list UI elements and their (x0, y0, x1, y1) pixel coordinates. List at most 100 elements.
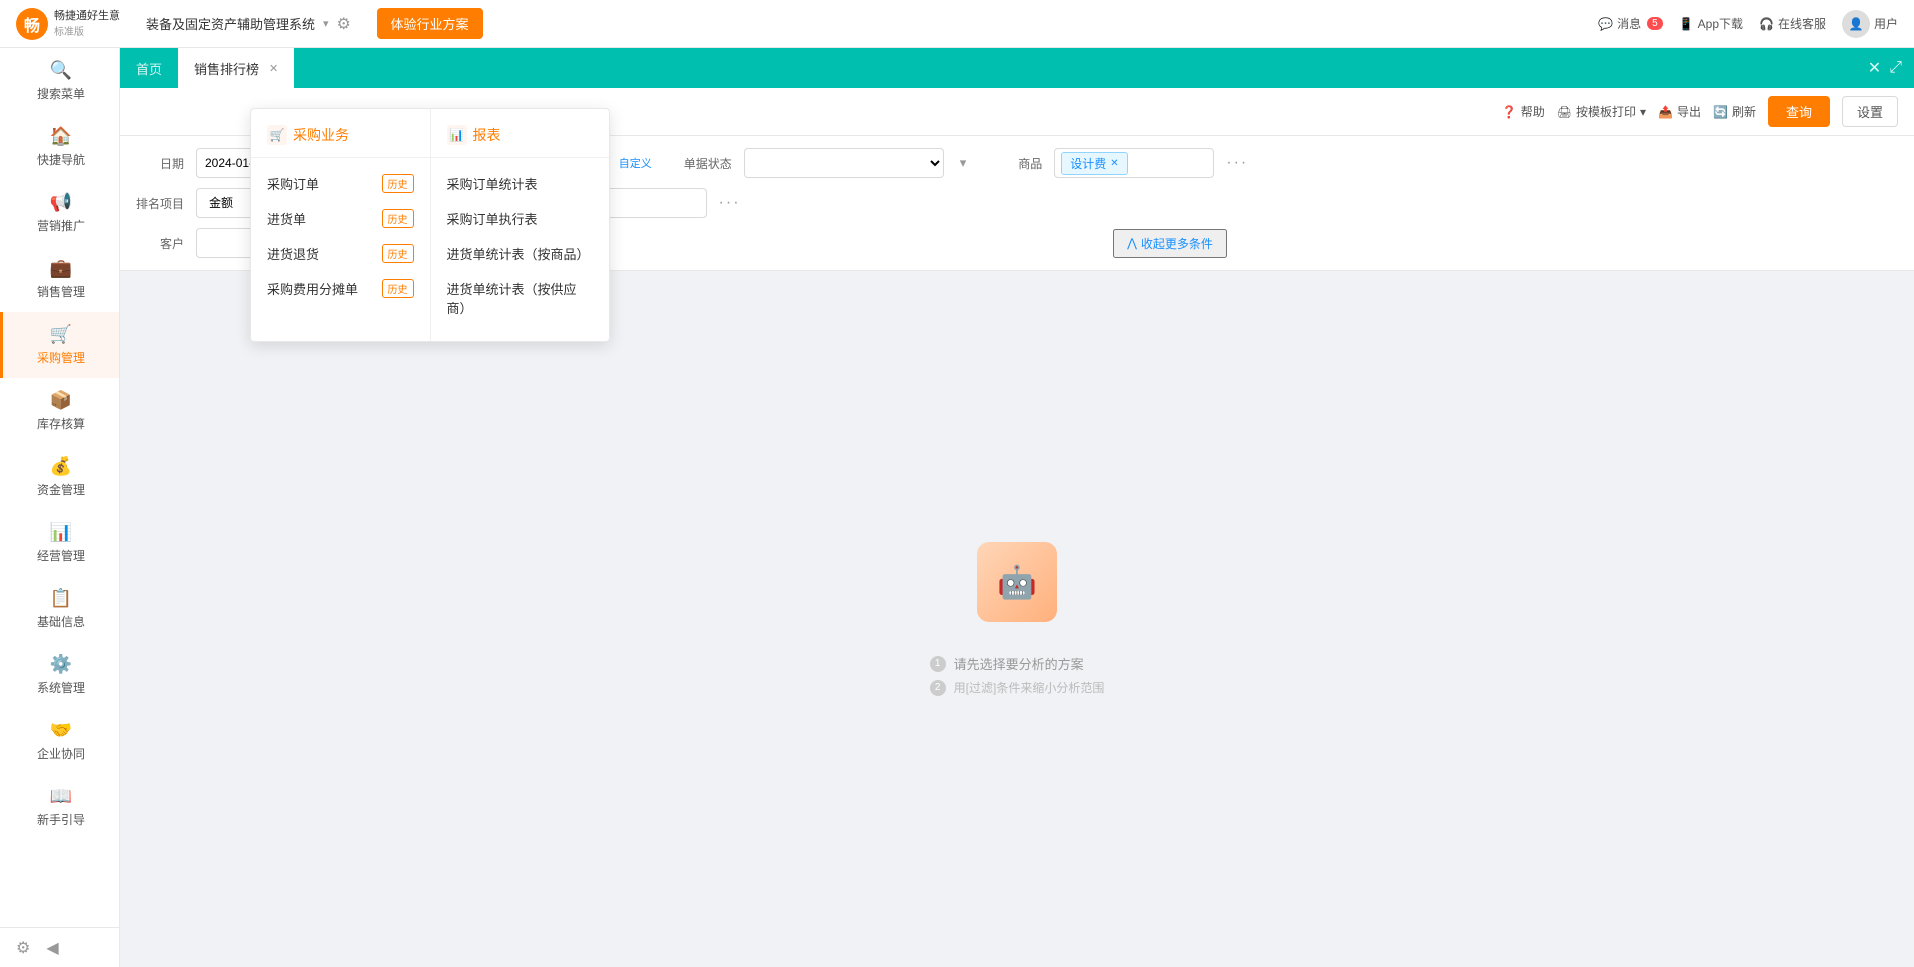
goods-tag: 设计费 ✕ (1061, 152, 1127, 175)
sidebar-item-newbie[interactable]: 📖 新手引导 (0, 774, 119, 840)
system-title-dropdown-icon[interactable]: ▾ (323, 17, 329, 30)
dropdown-item-stock-return[interactable]: 进货退货 历史 (251, 236, 430, 271)
dropdown-item-stock-stats-supplier[interactable]: 进货单统计表（按供应商） (431, 271, 610, 325)
phone-icon: 📱 (1679, 17, 1694, 31)
message-badge: 5 (1647, 17, 1663, 30)
goods-label: 商品 (994, 155, 1042, 172)
sidebar-item-quick-nav[interactable]: 🏠 快捷导航 (0, 114, 119, 180)
dropdown-item-purchase-order-exec[interactable]: 采购订单执行表 (431, 201, 610, 236)
industry-btn[interactable]: 体验行业方案 (377, 8, 483, 39)
doc-status-select[interactable] (744, 148, 944, 178)
doc-status-more-icon: ▾ (960, 155, 967, 171)
dropdown-report-col: 📊 报表 采购订单统计表 采购订单执行表 进货单统计表（按商品） 进货单统计表（… (431, 109, 610, 341)
avatar: 👤 (1842, 10, 1870, 38)
empty-robot-icon: 🤖 (977, 542, 1057, 622)
messages-btn[interactable]: 💬 消息 5 (1598, 15, 1663, 32)
export-icon: 📤 (1658, 105, 1673, 119)
shortcut-custom[interactable]: 自定义 (615, 153, 656, 173)
collapse-btn[interactable]: ⋀ 收起更多条件 (1113, 229, 1227, 258)
system-icon: ⚙️ (50, 654, 72, 675)
refresh-icon: 🔄 (1713, 105, 1728, 119)
inventory-icon: 📦 (50, 390, 72, 411)
dropdown-purchase-header: 🛒 采购业务 (251, 125, 430, 158)
dropdown-item-purchase-expense[interactable]: 采购费用分摊单 历史 (251, 271, 430, 306)
history-badge-purchase-expense: 历史 (382, 279, 414, 298)
sidebar-bottom: ⚙ ◀ (0, 927, 119, 967)
help-btn[interactable]: ❓ 帮助 (1502, 103, 1545, 120)
sales-icon: 💼 (50, 258, 72, 279)
goods-more-dots[interactable]: ··· (1226, 154, 1248, 172)
setting-btn[interactable]: 设置 (1842, 96, 1898, 127)
history-badge-stock-return: 历史 (382, 244, 414, 263)
purchase-col-icon: 🛒 (267, 125, 287, 145)
refresh-btn[interactable]: 🔄 刷新 (1713, 103, 1756, 120)
logo-text: 畅捷通好生意 (54, 9, 120, 23)
online-service-btn[interactable]: 🎧 在线客服 (1759, 15, 1826, 32)
goods-tag-close[interactable]: ✕ (1110, 158, 1118, 169)
header-right: 💬 消息 5 📱 App下载 🎧 在线客服 👤 用户 (1598, 10, 1898, 38)
sidebar-item-operations[interactable]: 📊 经营管理 (0, 510, 119, 576)
empty-hint-1: 1 请先选择要分析的方案 (930, 654, 1105, 673)
salesperson-more-dots[interactable]: ··· (719, 194, 741, 212)
sidebar-settings-icon[interactable]: ⚙ (16, 938, 30, 958)
tab-bar: 首页 销售排行榜 ✕ ✕ ⤢ (120, 48, 1914, 88)
export-btn[interactable]: 📤 导出 (1658, 103, 1701, 120)
sidebar: 🔍 搜索菜单 🏠 快捷导航 📢 营销推广 💼 销售管理 🛒 采购管理 📦 库存核… (0, 48, 120, 967)
hint-bullet-1: 1 (930, 656, 946, 672)
dropdown-item-stock-stats-goods[interactable]: 进货单统计表（按商品） (431, 236, 610, 271)
enterprise-icon: 🤝 (50, 720, 72, 741)
headset-icon: 🎧 (1759, 17, 1774, 31)
sidebar-item-capital[interactable]: 💰 资金管理 (0, 444, 119, 510)
dropdown-item-stock-in[interactable]: 进货单 历史 (251, 201, 430, 236)
dropdown-report-header: 📊 报表 (431, 125, 610, 158)
sidebar-item-purchase-mgmt[interactable]: 🛒 采购管理 (0, 312, 119, 378)
tab-close-icon[interactable]: ✕ (269, 62, 278, 75)
operations-icon: 📊 (50, 522, 72, 543)
report-col-icon: 📊 (447, 125, 467, 145)
sidebar-item-inventory[interactable]: 📦 库存核算 (0, 378, 119, 444)
collapse-icon: ⋀ (1127, 236, 1137, 250)
marketing-icon: 📢 (50, 192, 72, 213)
date-label: 日期 (136, 155, 184, 172)
customer-label: 客户 (136, 235, 184, 252)
newbie-icon: 📖 (50, 786, 72, 807)
history-badge-purchase-order: 历史 (382, 174, 414, 193)
tab-expand-icon[interactable]: ⤢ (1889, 59, 1902, 77)
tab-close-all-icon[interactable]: ✕ (1868, 58, 1881, 78)
logo-sub: 标准版 (54, 23, 120, 38)
dropdown-item-purchase-order[interactable]: 采购订单 历史 (251, 166, 430, 201)
app-download-btn[interactable]: 📱 App下载 (1679, 15, 1743, 32)
home-icon: 🏠 (50, 126, 72, 147)
sidebar-item-search-menu[interactable]: 🔍 搜索菜单 (0, 48, 119, 114)
empty-hint-2: 2 用[过滤]条件来缩小分析范围 (930, 679, 1105, 696)
user-menu[interactable]: 👤 用户 (1842, 10, 1898, 38)
query-btn[interactable]: 查询 (1768, 96, 1830, 127)
tab-bar-actions: ✕ ⤢ (1868, 58, 1914, 78)
print-dropdown-icon: ▾ (1640, 105, 1646, 119)
goods-filter[interactable]: 设计费 ✕ (1054, 148, 1214, 178)
doc-status-label: 单据状态 (684, 155, 732, 172)
rank-item-label: 排名项目 (136, 195, 184, 212)
settings-icon[interactable]: ⚙ (337, 14, 357, 34)
logo-icon: 畅 (16, 8, 48, 40)
sidebar-item-system-mgmt[interactable]: ⚙️ 系统管理 (0, 642, 119, 708)
empty-state: 🤖 1 请先选择要分析的方案 2 用[过滤]条件来缩小分析范围 (120, 271, 1914, 967)
sidebar-item-enterprise[interactable]: 🤝 企业协同 (0, 708, 119, 774)
print-icon: 🖨 (1557, 105, 1572, 119)
template-print-btn[interactable]: 🖨 按模板打印 ▾ (1557, 103, 1646, 120)
message-icon: 💬 (1598, 17, 1613, 31)
sidebar-collapse-icon[interactable]: ◀ (46, 938, 58, 958)
tab-home[interactable]: 首页 (120, 48, 178, 88)
sidebar-item-sales-mgmt[interactable]: 💼 销售管理 (0, 246, 119, 312)
main-layout: 🔍 搜索菜单 🏠 快捷导航 📢 营销推广 💼 销售管理 🛒 采购管理 📦 库存核… (0, 48, 1914, 967)
tab-sales-ranking[interactable]: 销售排行榜 ✕ (178, 48, 294, 88)
sidebar-item-basic-info[interactable]: 📋 基础信息 (0, 576, 119, 642)
hint-bullet-2: 2 (930, 680, 946, 696)
basic-info-icon: 📋 (50, 588, 72, 609)
purchase-icon: 🛒 (50, 324, 72, 345)
dropdown-item-purchase-order-stats[interactable]: 采购订单统计表 (431, 166, 610, 201)
empty-illustration: 🤖 (957, 542, 1077, 642)
history-badge-stock-in: 历史 (382, 209, 414, 228)
system-title: 装备及固定资产辅助管理系统 (146, 14, 315, 33)
sidebar-item-marketing[interactable]: 📢 营销推广 (0, 180, 119, 246)
